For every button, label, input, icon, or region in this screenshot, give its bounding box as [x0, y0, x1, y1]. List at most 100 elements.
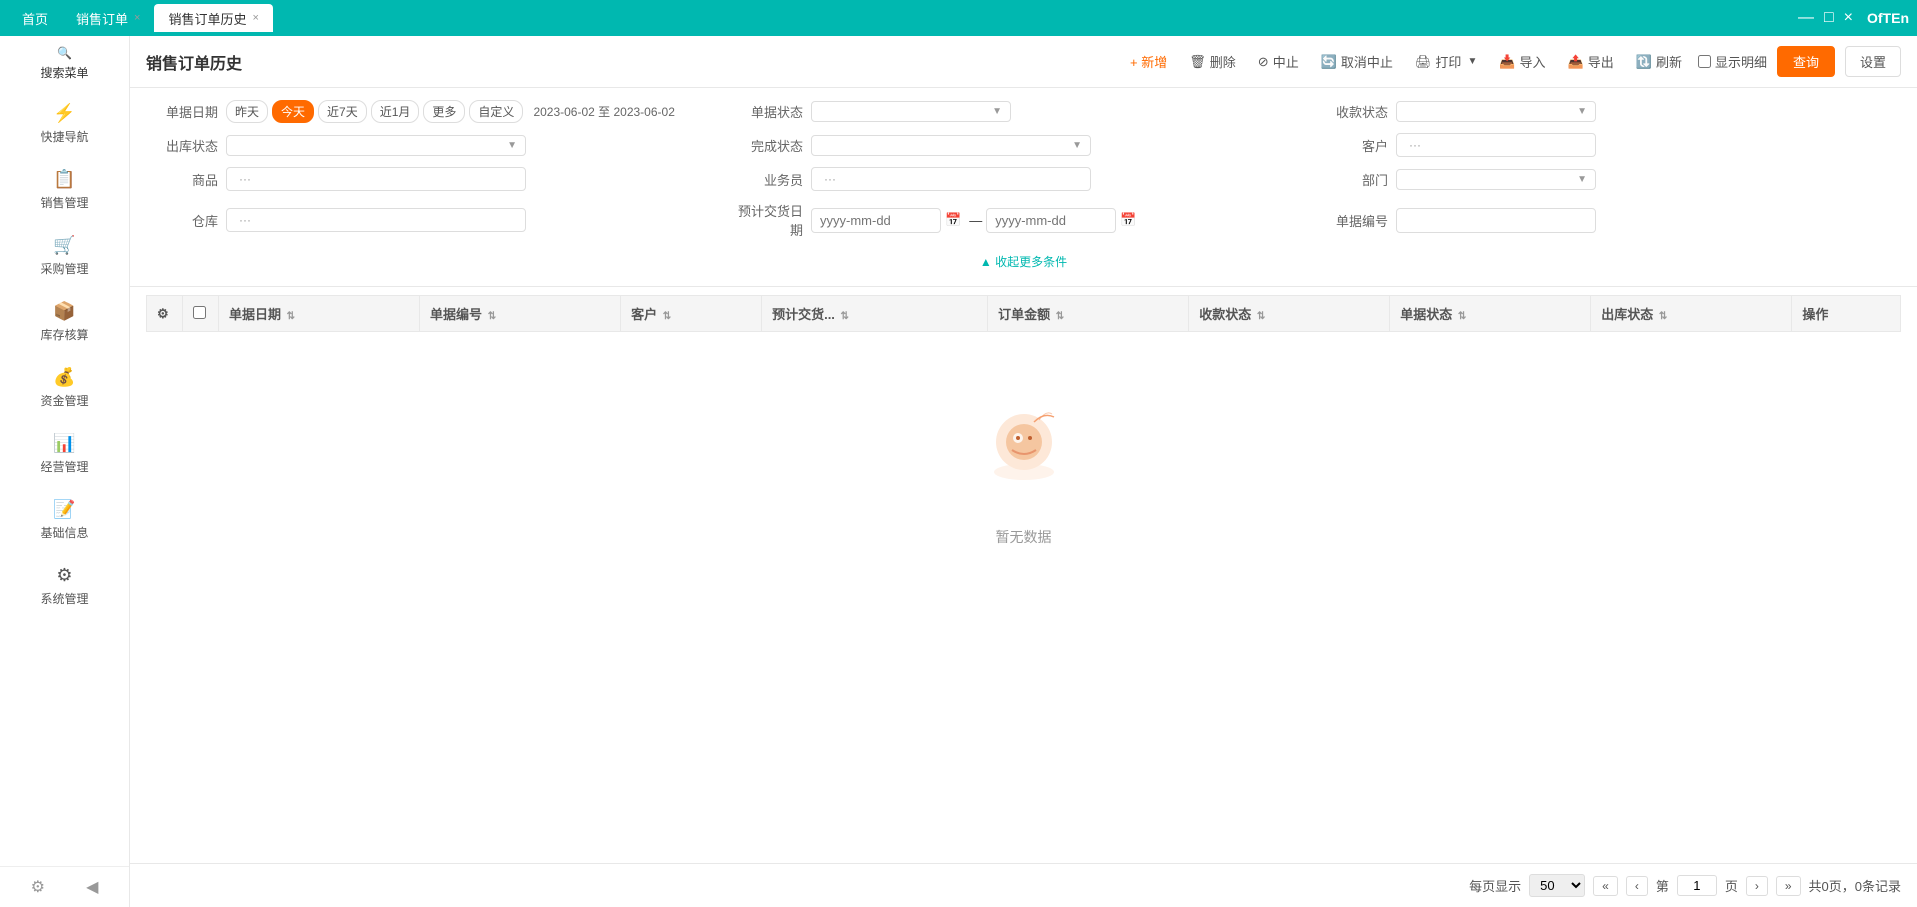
complete-status-select[interactable]: ▼ — [811, 135, 1091, 156]
cal-icon-to[interactable]: 📅 — [1120, 212, 1136, 228]
stop-btn[interactable]: ⊘ 中止 — [1252, 48, 1305, 75]
delivery-status-control[interactable]: ▼ — [226, 135, 731, 156]
customer-select[interactable]: ··· — [1396, 133, 1596, 157]
sidebar-bottom: ⚙ ◀ — [0, 866, 129, 907]
sidebar-collapse-icon[interactable]: ◀ — [86, 877, 98, 897]
sales-mgmt-icon: 📋 — [53, 169, 75, 190]
col-amount-sort[interactable]: ⇅ — [1056, 311, 1064, 322]
per-page-select[interactable]: 50 100 200 — [1529, 874, 1585, 897]
payment-status-control[interactable]: ▼ — [1396, 101, 1901, 122]
order-status-control[interactable]: ▼ — [811, 101, 1316, 122]
basic-info-icon: 📝 — [53, 499, 75, 520]
first-page-btn[interactable]: « — [1593, 876, 1618, 896]
sidebar: 🔍 搜索菜单 ⚡ 快捷导航 📋 销售管理 🛒 采购管理 📦 库存核算 💰 资金管… — [0, 36, 130, 907]
set-button[interactable]: 设置 — [1845, 46, 1901, 77]
delivery-date-control: 📅 — 📅 — [811, 208, 1316, 233]
7days-btn[interactable]: 近7天 — [318, 100, 367, 123]
sidebar-item-finance[interactable]: 💰 资金管理 — [0, 355, 129, 421]
sidebar-search[interactable]: 🔍 搜索菜单 — [0, 36, 129, 91]
goods-more-icon[interactable]: ··· — [239, 172, 251, 186]
tab-sales-order-history-close[interactable]: × — [252, 12, 258, 24]
delivery-date-to[interactable] — [986, 208, 1116, 233]
col-settings[interactable]: ⚙ — [147, 296, 183, 332]
warehouse-more-icon[interactable]: ··· — [239, 213, 251, 227]
order-number-input[interactable] — [1396, 208, 1596, 233]
salesman-more-icon[interactable]: ··· — [824, 172, 836, 186]
sidebar-item-sales-mgmt[interactable]: 📋 销售管理 — [0, 157, 129, 223]
close-btn[interactable]: × — [1844, 9, 1853, 27]
print-btn[interactable]: 🖨 打印 ▼ — [1409, 48, 1483, 75]
page-label: 第 — [1656, 876, 1669, 895]
department-control[interactable]: ▼ — [1396, 169, 1901, 190]
col-delivery-date-sort[interactable]: ⇅ — [841, 311, 849, 322]
sidebar-settings-icon[interactable]: ⚙ — [31, 877, 45, 897]
delivery-status-label: 出库状态 — [146, 136, 226, 155]
salesman-control[interactable]: ··· — [811, 167, 1316, 191]
goods-select[interactable]: ··· — [226, 167, 526, 191]
sidebar-item-quick-nav-label: 快捷导航 — [40, 128, 88, 145]
print-icon: 🖨 — [1415, 54, 1432, 70]
query-button[interactable]: 查询 — [1777, 46, 1835, 77]
customer-control[interactable]: ··· — [1396, 133, 1901, 157]
delivery-status-select[interactable]: ▼ — [226, 135, 526, 156]
col-date-sort[interactable]: ⇅ — [287, 311, 295, 322]
sidebar-item-purchase-mgmt[interactable]: 🛒 采购管理 — [0, 223, 129, 289]
refresh-icon: 🔃 — [1636, 54, 1652, 70]
more-date-btn[interactable]: 更多 — [423, 100, 465, 123]
minimize-btn[interactable]: — — [1798, 9, 1814, 27]
restore-btn[interactable]: □ — [1824, 9, 1834, 27]
tab-home[interactable]: 首页 — [8, 4, 62, 32]
col-checkbox[interactable] — [183, 296, 219, 332]
table-settings-icon[interactable]: ⚙ — [157, 306, 169, 321]
sidebar-item-basic-info[interactable]: 📝 基础信息 — [0, 487, 129, 553]
salesman-select[interactable]: ··· — [811, 167, 1091, 191]
tab-sales-order-close[interactable]: × — [134, 12, 140, 24]
show-detail-checkbox[interactable] — [1698, 55, 1711, 68]
new-btn[interactable]: + 新增 — [1124, 48, 1173, 75]
1month-btn[interactable]: 近1月 — [371, 100, 420, 123]
tab-sales-order-history[interactable]: 销售订单历史 × — [154, 4, 272, 32]
warehouse-select[interactable]: ··· — [226, 208, 526, 232]
order-status-select[interactable]: ▼ — [811, 101, 1011, 122]
delete-btn[interactable]: 🗑 删除 — [1183, 48, 1242, 75]
sidebar-item-quick-nav[interactable]: ⚡ 快捷导航 — [0, 91, 129, 157]
delivery-date-from[interactable] — [811, 208, 941, 233]
col-customer-sort[interactable]: ⇅ — [663, 311, 671, 322]
next-page-btn[interactable]: › — [1746, 876, 1768, 896]
collapse-row[interactable]: ▲ 收起更多条件 — [146, 249, 1901, 274]
col-payment-status-sort[interactable]: ⇅ — [1257, 311, 1265, 322]
refresh-btn[interactable]: 🔃 刷新 — [1630, 48, 1688, 75]
goods-control[interactable]: ··· — [226, 167, 731, 191]
show-detail-checkbox-label[interactable]: 显示明细 — [1698, 52, 1767, 71]
select-all-checkbox[interactable] — [193, 306, 206, 319]
complete-status-control[interactable]: ▼ — [811, 135, 1316, 156]
col-number-sort[interactable]: ⇅ — [488, 311, 496, 322]
sidebar-item-basic-info-label: 基础信息 — [40, 524, 88, 541]
order-number-control[interactable] — [1396, 208, 1901, 233]
cal-icon-from[interactable]: 📅 — [945, 212, 961, 228]
col-order-status-sort[interactable]: ⇅ — [1458, 311, 1466, 322]
sidebar-item-inventory[interactable]: 📦 库存核算 — [0, 289, 129, 355]
prev-page-btn[interactable]: ‹ — [1626, 876, 1648, 896]
order-status-label: 单据状态 — [731, 102, 811, 121]
custom-date-btn[interactable]: 自定义 — [469, 100, 523, 123]
cancel-stop-btn[interactable]: 🔄 取消中止 — [1315, 48, 1399, 75]
sidebar-item-operations[interactable]: 📊 经营管理 — [0, 421, 129, 487]
sidebar-item-purchase-mgmt-label: 采购管理 — [40, 260, 88, 277]
last-page-btn[interactable]: » — [1776, 876, 1801, 896]
page-input[interactable] — [1677, 875, 1717, 896]
department-select[interactable]: ▼ — [1396, 169, 1596, 190]
payment-status-select[interactable]: ▼ — [1396, 101, 1596, 122]
today-btn[interactable]: 今天 — [272, 100, 314, 123]
import-btn[interactable]: 📥 导入 — [1493, 48, 1551, 75]
tab-sales-order[interactable]: 销售订单 × — [62, 4, 154, 32]
customer-more-icon[interactable]: ··· — [1409, 138, 1421, 152]
sidebar-item-system-mgmt[interactable]: ⚙ 系统管理 — [0, 553, 129, 619]
salesman-label: 业务员 — [731, 170, 811, 189]
warehouse-control[interactable]: ··· — [226, 208, 731, 232]
export-btn[interactable]: 📤 导出 — [1562, 48, 1620, 75]
yesterday-btn[interactable]: 昨天 — [226, 100, 268, 123]
col-delivery-status-sort[interactable]: ⇅ — [1659, 311, 1667, 322]
top-bar: 首页 销售订单 × 销售订单历史 × — □ × OfTEn — [0, 0, 1917, 36]
delivery-status-arrow: ▼ — [507, 140, 517, 151]
